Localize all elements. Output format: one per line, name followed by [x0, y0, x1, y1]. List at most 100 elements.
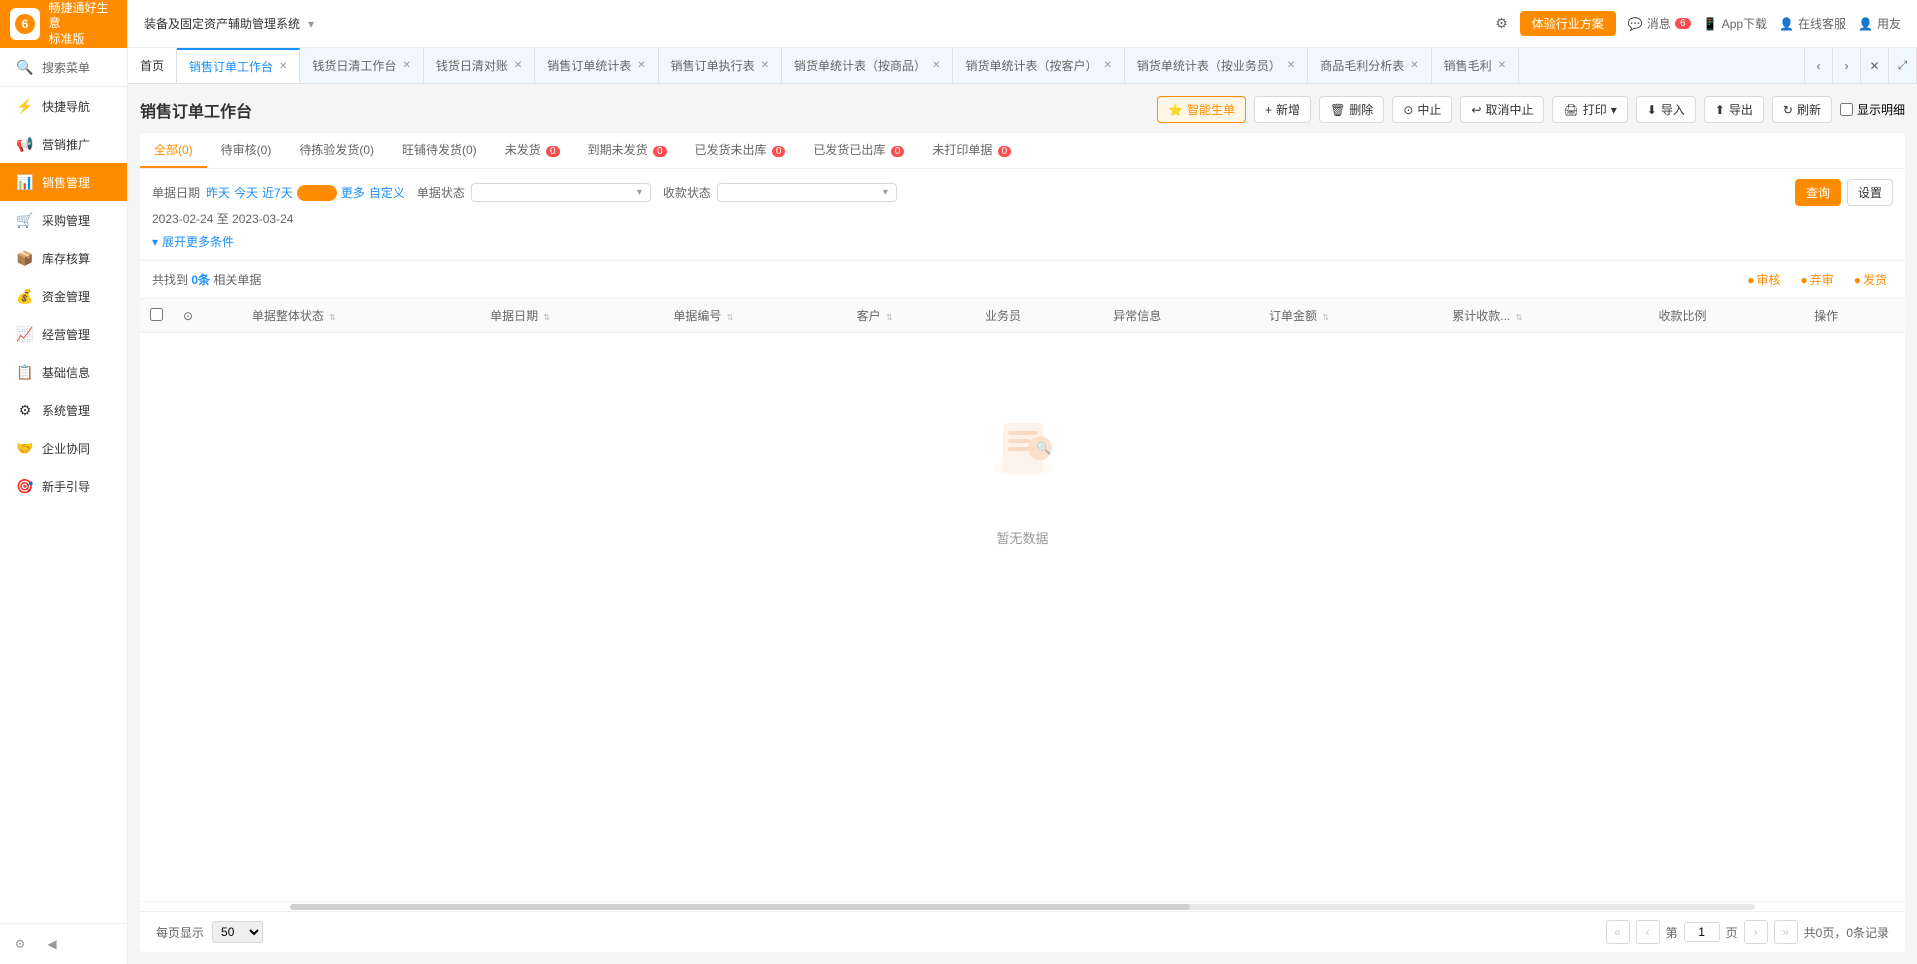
expand-conditions-btn[interactable]: ▾ 展开更多条件 [152, 233, 1893, 250]
date-more[interactable]: 更多 [341, 184, 365, 201]
query-btn[interactable]: 查询 [1795, 179, 1841, 206]
tab-maximize-btn[interactable]: ⤢ [1889, 48, 1917, 84]
tab-money-daily[interactable]: 钱货日清工作台 ✕ [300, 48, 423, 84]
filter-tab-not-shipped[interactable]: 未发货 0 [491, 133, 574, 168]
add-btn[interactable]: + 新增 [1254, 96, 1311, 123]
print-btn[interactable]: 🖨 打印 ▾ [1552, 96, 1627, 123]
refresh-btn[interactable]: ↻ 刷新 [1772, 96, 1832, 123]
tab-close-5-icon[interactable]: ✕ [761, 60, 769, 71]
sidebar-item-purchase[interactable]: 🛒 采购管理 [0, 201, 127, 239]
per-page-select[interactable]: 50 10 20 100 [212, 921, 263, 943]
sidebar-item-search[interactable]: 🔍 搜索菜单 [0, 48, 127, 87]
tab-sales-customer[interactable]: 销货单统计表（按客户） ✕ [953, 48, 1124, 84]
tab-close-4-icon[interactable]: ✕ [637, 60, 645, 71]
prev-page-btn[interactable]: ‹ [1636, 920, 1660, 944]
print-icon: 🖨 [1563, 103, 1578, 117]
tab-margin-analysis[interactable]: 商品毛利分析表 ✕ [1308, 48, 1431, 84]
page-input[interactable] [1684, 922, 1720, 942]
status-filter-input[interactable]: ▾ [471, 183, 651, 202]
tab-sales-product[interactable]: 销货单统计表（按商品） ✕ [782, 48, 953, 84]
filter-tab-shipped-out[interactable]: 已发货已出库 0 [799, 133, 918, 168]
sidebar-item-guide[interactable]: 🎯 新手引导 [0, 467, 127, 505]
scrollbar-thumb[interactable] [290, 904, 1190, 910]
stop-btn[interactable]: ⊙ 中止 [1392, 96, 1452, 123]
tab-close-7-icon[interactable]: ✕ [1103, 60, 1111, 71]
cancel-stop-icon: ↩ [1471, 103, 1481, 117]
topbar-app-download[interactable]: 📱 App下载 [1703, 15, 1767, 32]
show-detail-label[interactable]: 显示明细 [1840, 101, 1905, 118]
topbar-online-service[interactable]: 👤 在线客服 [1779, 15, 1846, 32]
filter-tab-not-printed[interactable]: 未打印单据 0 [918, 133, 1025, 168]
cancel-stop-btn[interactable]: ↩ 取消中止 [1460, 96, 1544, 123]
topbar-user[interactable]: 👤 用友 [1858, 15, 1901, 32]
tab-sales-exec[interactable]: 销售订单执行表 ✕ [659, 48, 782, 84]
topbar-gear-icon[interactable]: ⚙ [1495, 15, 1508, 32]
th-date[interactable]: 单据日期 ⇅ [480, 299, 663, 333]
refresh-icon: ↻ [1783, 103, 1793, 117]
sidebar-item-operations[interactable]: 📈 经营管理 [0, 315, 127, 353]
tab-close-all-btn[interactable]: ✕ [1861, 48, 1889, 84]
date-custom[interactable]: 自定义 [369, 184, 405, 201]
ship-action-btn[interactable]: ● 发货 [1848, 269, 1893, 290]
date-1month[interactable]: 近1月 [297, 185, 337, 201]
filter-tab-pending-review[interactable]: 待审核(0) [207, 133, 286, 168]
sidebar-item-basic[interactable]: 📋 基础信息 [0, 353, 127, 391]
tab-close-6-icon[interactable]: ✕ [932, 60, 940, 71]
sidebar-settings-icon[interactable]: ⚙ [8, 932, 32, 956]
th-number[interactable]: 单据编号 ⇅ [663, 299, 846, 333]
import-btn[interactable]: ⬇ 导入 [1636, 96, 1696, 123]
th-received[interactable]: 累计收款... ⇅ [1442, 299, 1648, 333]
sidebar-logo: 6 畅捷通好生意 标准版 [0, 0, 127, 48]
sidebar-item-sales[interactable]: 📊 销售管理 [0, 163, 127, 201]
tab-close-icon[interactable]: ✕ [279, 61, 287, 72]
filter-tab-shipped-not-out[interactable]: 已发货未出库 0 [681, 133, 800, 168]
tab-reconcile[interactable]: 钱货日清对账 ✕ [424, 48, 535, 84]
date-today[interactable]: 今天 [234, 184, 258, 201]
filter-tab-all[interactable]: 全部(0) [140, 133, 207, 168]
th-status[interactable]: 单据整体状态 ⇅ [242, 299, 480, 333]
tab-scroll-left-btn[interactable]: ‹ [1805, 48, 1833, 84]
horizontal-scrollbar[interactable] [140, 901, 1905, 911]
tab-sales-stats[interactable]: 销售订单统计表 ✕ [535, 48, 658, 84]
filter-tab-pending-check[interactable]: 待拣验发货(0) [285, 133, 388, 168]
tab-sales-salesperson[interactable]: 销货单统计表（按业务员） ✕ [1125, 48, 1308, 84]
sidebar-item-quick-nav[interactable]: ⚡ 快捷导航 [0, 87, 127, 125]
tab-close-8-icon[interactable]: ✕ [1287, 60, 1295, 71]
sidebar-item-inventory[interactable]: 📦 库存核算 [0, 239, 127, 277]
th-amount[interactable]: 订单金额 ⇅ [1259, 299, 1442, 333]
smart-create-btn[interactable]: ⭐ 智能生单 [1157, 96, 1246, 123]
review-action-btn[interactable]: ● 审核 [1741, 269, 1786, 290]
select-all-checkbox[interactable] [150, 308, 163, 321]
filter-tab-wangpu[interactable]: 旺铺待发货(0) [388, 133, 491, 168]
topbar-messages[interactable]: 💬 消息 6 [1628, 15, 1691, 32]
sidebar-item-system[interactable]: ⚙ 系统管理 [0, 391, 127, 429]
first-page-btn[interactable]: « [1606, 920, 1630, 944]
tab-close-10-icon[interactable]: ✕ [1498, 60, 1506, 71]
sidebar-item-enterprise[interactable]: 🤝 企业协同 [0, 429, 127, 467]
tab-scroll-right-btn[interactable]: › [1833, 48, 1861, 84]
sidebar-collapse-icon[interactable]: ◀ [40, 932, 64, 956]
set-btn[interactable]: 设置 [1847, 179, 1893, 206]
date-yesterday[interactable]: 昨天 [206, 184, 230, 201]
data-table: ⊙ 单据整体状态 ⇅ 单据日期 ⇅ 单据编号 ⇅ [140, 299, 1905, 333]
industry-btn[interactable]: 体验行业方案 [1520, 11, 1616, 36]
tab-sales-profit[interactable]: 销售毛利 ✕ [1432, 48, 1519, 84]
last-page-btn[interactable]: » [1774, 920, 1798, 944]
show-detail-checkbox[interactable] [1840, 103, 1853, 116]
payment-filter-input[interactable]: ▾ [717, 183, 897, 202]
export-btn[interactable]: ⬆ 导出 [1704, 96, 1764, 123]
delete-btn[interactable]: 🗑 删除 [1319, 96, 1384, 123]
sidebar-item-marketing[interactable]: 📢 营销推广 [0, 125, 127, 163]
filter-tab-overdue[interactable]: 到期未发货 0 [574, 133, 681, 168]
next-page-btn[interactable]: › [1744, 920, 1768, 944]
date-7days[interactable]: 近7天 [262, 184, 293, 201]
tab-home[interactable]: 首页 [128, 48, 177, 84]
tab-close-2-icon[interactable]: ✕ [402, 60, 410, 71]
tab-close-9-icon[interactable]: ✕ [1410, 60, 1418, 71]
th-customer[interactable]: 客户 ⇅ [847, 299, 975, 333]
sidebar-item-finance[interactable]: 💰 资金管理 [0, 277, 127, 315]
cancel-review-action-btn[interactable]: ● 弃审 [1794, 269, 1839, 290]
tab-close-3-icon[interactable]: ✕ [514, 60, 522, 71]
tab-sales-order-workbench[interactable]: 销售订单工作台 ✕ [177, 48, 300, 84]
per-page-label: 每页显示 [156, 924, 204, 941]
